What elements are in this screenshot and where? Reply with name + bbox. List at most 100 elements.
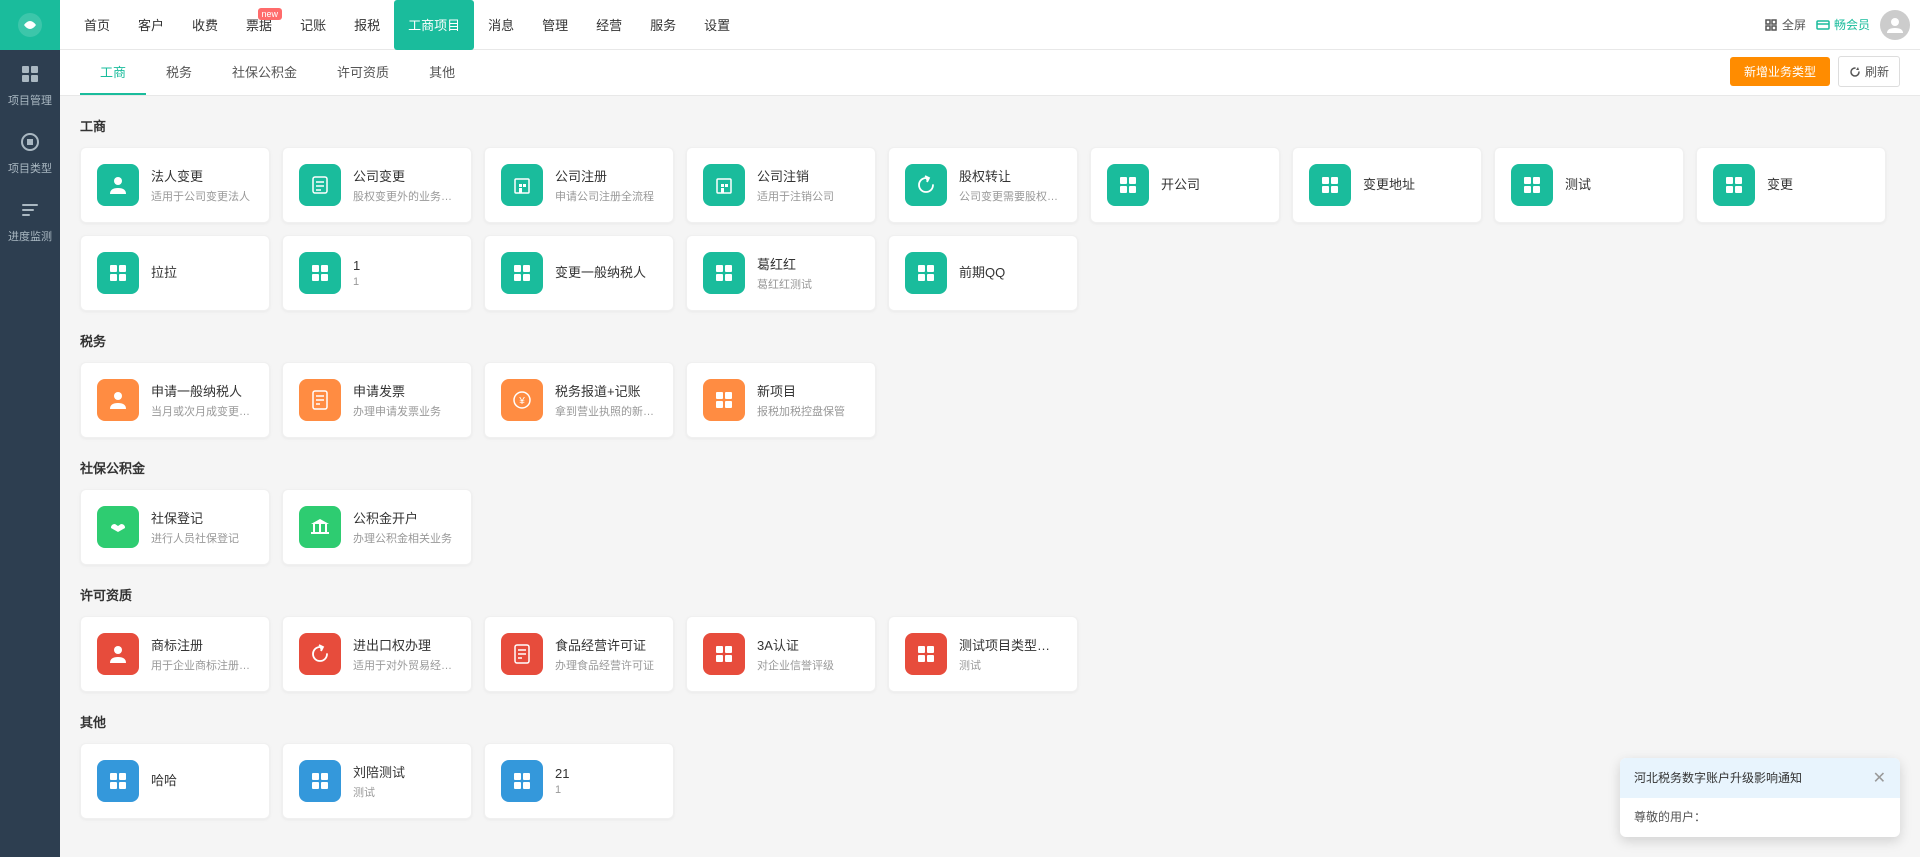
content-scroll: 工商 法人变更适用于公司变更法人公司变更股权变更外的业务变更公司注册申请公司注册… — [60, 96, 1920, 857]
topnav-right: 全屏 畅会员 — [1764, 10, 1910, 40]
tab-other[interactable]: 其他 — [409, 50, 475, 95]
svg-text:¥: ¥ — [518, 396, 525, 407]
user-avatar[interactable] — [1880, 10, 1910, 40]
card-lala[interactable]: 拉拉 — [80, 235, 270, 311]
card-title-company-cancel: 公司注销 — [757, 166, 859, 185]
sidebar-item-progress-monitor[interactable]: 进度监测 — [0, 186, 60, 254]
card-3a-cert[interactable]: 3A认证对企业信誉评级 — [686, 616, 876, 692]
nav-billing[interactable]: 收费 — [178, 0, 232, 50]
card-change-taxpayer[interactable]: 变更一般纳税人 — [484, 235, 674, 311]
industry-section-title: 工商 — [80, 116, 1900, 135]
card-desc-twentyone: 1 — [555, 784, 657, 796]
nav-invoice[interactable]: 票据 new — [232, 0, 286, 50]
card-open-company[interactable]: 开公司 — [1090, 147, 1280, 223]
nav-settings[interactable]: 设置 — [690, 0, 744, 50]
sidebar-item-project-type-label: 项目类型 — [8, 160, 52, 176]
nav-service[interactable]: 服务 — [636, 0, 690, 50]
card-icon-haha — [97, 760, 139, 802]
tab-tax[interactable]: 税务 — [146, 50, 212, 95]
card-twentyone[interactable]: 211 — [484, 743, 674, 819]
card-title-test: 测试 — [1565, 174, 1667, 193]
card-icon-change-address — [1309, 164, 1351, 206]
main-area: 首页 客户 收费 票据 new 记账 报税 工商项目 消息 管理 经营 服务 设… — [60, 0, 1920, 857]
card-desc-trademark: 用于企业商标注册服务 — [151, 657, 253, 673]
social-section: 社保公积金 社保登记进行人员社保登记公积金开户办理公积金相关业务 — [80, 458, 1900, 565]
card-title-change-taxpayer: 变更一般纳税人 — [555, 262, 657, 281]
card-one[interactable]: 11 — [282, 235, 472, 311]
card-title-change: 变更 — [1767, 174, 1869, 193]
nav-accounting[interactable]: 记账 — [286, 0, 340, 50]
card-icon-3a-cert — [703, 633, 745, 675]
card-apply-taxpayer[interactable]: 申请一般纳税人当月或次月成变更完成 — [80, 362, 270, 438]
nav-home[interactable]: 首页 — [70, 0, 124, 50]
card-title-social-register: 社保登记 — [151, 508, 253, 527]
card-company-register[interactable]: 公司注册申请公司注册全流程 — [484, 147, 674, 223]
fullscreen-btn[interactable]: 全屏 — [1764, 16, 1806, 33]
tax-section-title: 税务 — [80, 331, 1900, 350]
tab-industry[interactable]: 工商 — [80, 50, 146, 95]
card-tax-plus-accounting[interactable]: ¥税务报道+记账拿到营业执照的新公司 — [484, 362, 674, 438]
card-social-register[interactable]: 社保登记进行人员社保登记 — [80, 489, 270, 565]
sidebar: 项目管理 项目类型 进度监测 — [0, 0, 60, 857]
other-section-title: 其他 — [80, 712, 1900, 731]
nav-customer[interactable]: 客户 — [124, 0, 178, 50]
member-btn[interactable]: 畅会员 — [1816, 16, 1870, 33]
card-liupei-test[interactable]: 刘陪测试测试 — [282, 743, 472, 819]
social-cards-grid: 社保登记进行人员社保登记公积金开户办理公积金相关业务 — [80, 489, 1900, 565]
card-title-lala: 拉拉 — [151, 262, 253, 281]
card-icon-new-project — [703, 379, 745, 421]
card-icon-legal-change — [97, 164, 139, 206]
card-test-type[interactable]: 测试项目类型目定义测试 — [888, 616, 1078, 692]
social-section-title: 社保公积金 — [80, 458, 1900, 477]
card-desc-fund-open: 办理公积金相关业务 — [353, 530, 455, 546]
card-mohonghong[interactable]: 葛红红葛红红测试 — [686, 235, 876, 311]
card-icon-one — [299, 252, 341, 294]
nav-operation[interactable]: 经营 — [582, 0, 636, 50]
card-icon-apply-taxpayer — [97, 379, 139, 421]
license-cards-grid: 商标注册用于企业商标注册服务进出口权办理适用于对外贸易经营者食品经营许可证办理食… — [80, 616, 1900, 692]
notification-close-btn[interactable]: ✕ — [1873, 768, 1886, 788]
card-pre-qq[interactable]: 前期QQ — [888, 235, 1078, 311]
card-change-address[interactable]: 变更地址 — [1292, 147, 1482, 223]
nav-message[interactable]: 消息 — [474, 0, 528, 50]
add-type-button[interactable]: 新增业务类型 — [1730, 57, 1830, 86]
sidebar-item-project-manage[interactable]: 项目管理 — [0, 50, 60, 118]
license-section-title: 许可资质 — [80, 585, 1900, 604]
card-desc-apply-invoice: 办理申请发票业务 — [353, 403, 455, 419]
card-title-one: 1 — [353, 258, 455, 273]
card-title-liupei-test: 刘陪测试 — [353, 762, 455, 781]
card-icon-company-register — [501, 164, 543, 206]
nav-tax[interactable]: 报税 — [340, 0, 394, 50]
card-new-project[interactable]: 新项目报税加税控盘保管 — [686, 362, 876, 438]
card-food-license[interactable]: 食品经营许可证办理食品经营许可证 — [484, 616, 674, 692]
notification-title: 河北税务数字账户升级影响通知 — [1634, 769, 1802, 786]
notification-body: 尊敬的用户： — [1620, 798, 1900, 837]
card-import-export[interactable]: 进出口权办理适用于对外贸易经营者 — [282, 616, 472, 692]
nav-industry[interactable]: 工商项目 — [394, 0, 474, 50]
card-desc-legal-change: 适用于公司变更法人 — [151, 188, 253, 204]
card-desc-3a-cert: 对企业信誉评级 — [757, 657, 859, 673]
card-legal-change[interactable]: 法人变更适用于公司变更法人 — [80, 147, 270, 223]
card-equity-transfer[interactable]: 股权转让公司变更需要股权转让 — [888, 147, 1078, 223]
card-title-legal-change: 法人变更 — [151, 166, 253, 185]
card-desc-company-cancel: 适用于注销公司 — [757, 188, 859, 204]
tab-license[interactable]: 许可资质 — [317, 50, 409, 95]
card-company-change[interactable]: 公司变更股权变更外的业务变更 — [282, 147, 472, 223]
card-company-cancel[interactable]: 公司注销适用于注销公司 — [686, 147, 876, 223]
sidebar-item-project-manage-label: 项目管理 — [8, 92, 52, 108]
card-test[interactable]: 测试 — [1494, 147, 1684, 223]
card-desc-company-change: 股权变更外的业务变更 — [353, 188, 455, 204]
card-apply-invoice[interactable]: 申请发票办理申请发票业务 — [282, 362, 472, 438]
card-trademark[interactable]: 商标注册用于企业商标注册服务 — [80, 616, 270, 692]
nav-manage[interactable]: 管理 — [528, 0, 582, 50]
industry-cards-grid: 法人变更适用于公司变更法人公司变更股权变更外的业务变更公司注册申请公司注册全流程… — [80, 147, 1900, 311]
card-change[interactable]: 变更 — [1696, 147, 1886, 223]
sidebar-item-project-type[interactable]: 项目类型 — [0, 118, 60, 186]
card-title-twentyone: 21 — [555, 766, 657, 781]
card-haha[interactable]: 哈哈 — [80, 743, 270, 819]
refresh-button[interactable]: 刷新 — [1838, 56, 1900, 87]
notification-popup: 河北税务数字账户升级影响通知 ✕ 尊敬的用户： — [1620, 758, 1900, 837]
card-icon-test — [1511, 164, 1553, 206]
card-fund-open[interactable]: 公积金开户办理公积金相关业务 — [282, 489, 472, 565]
tab-social[interactable]: 社保公积金 — [212, 50, 317, 95]
